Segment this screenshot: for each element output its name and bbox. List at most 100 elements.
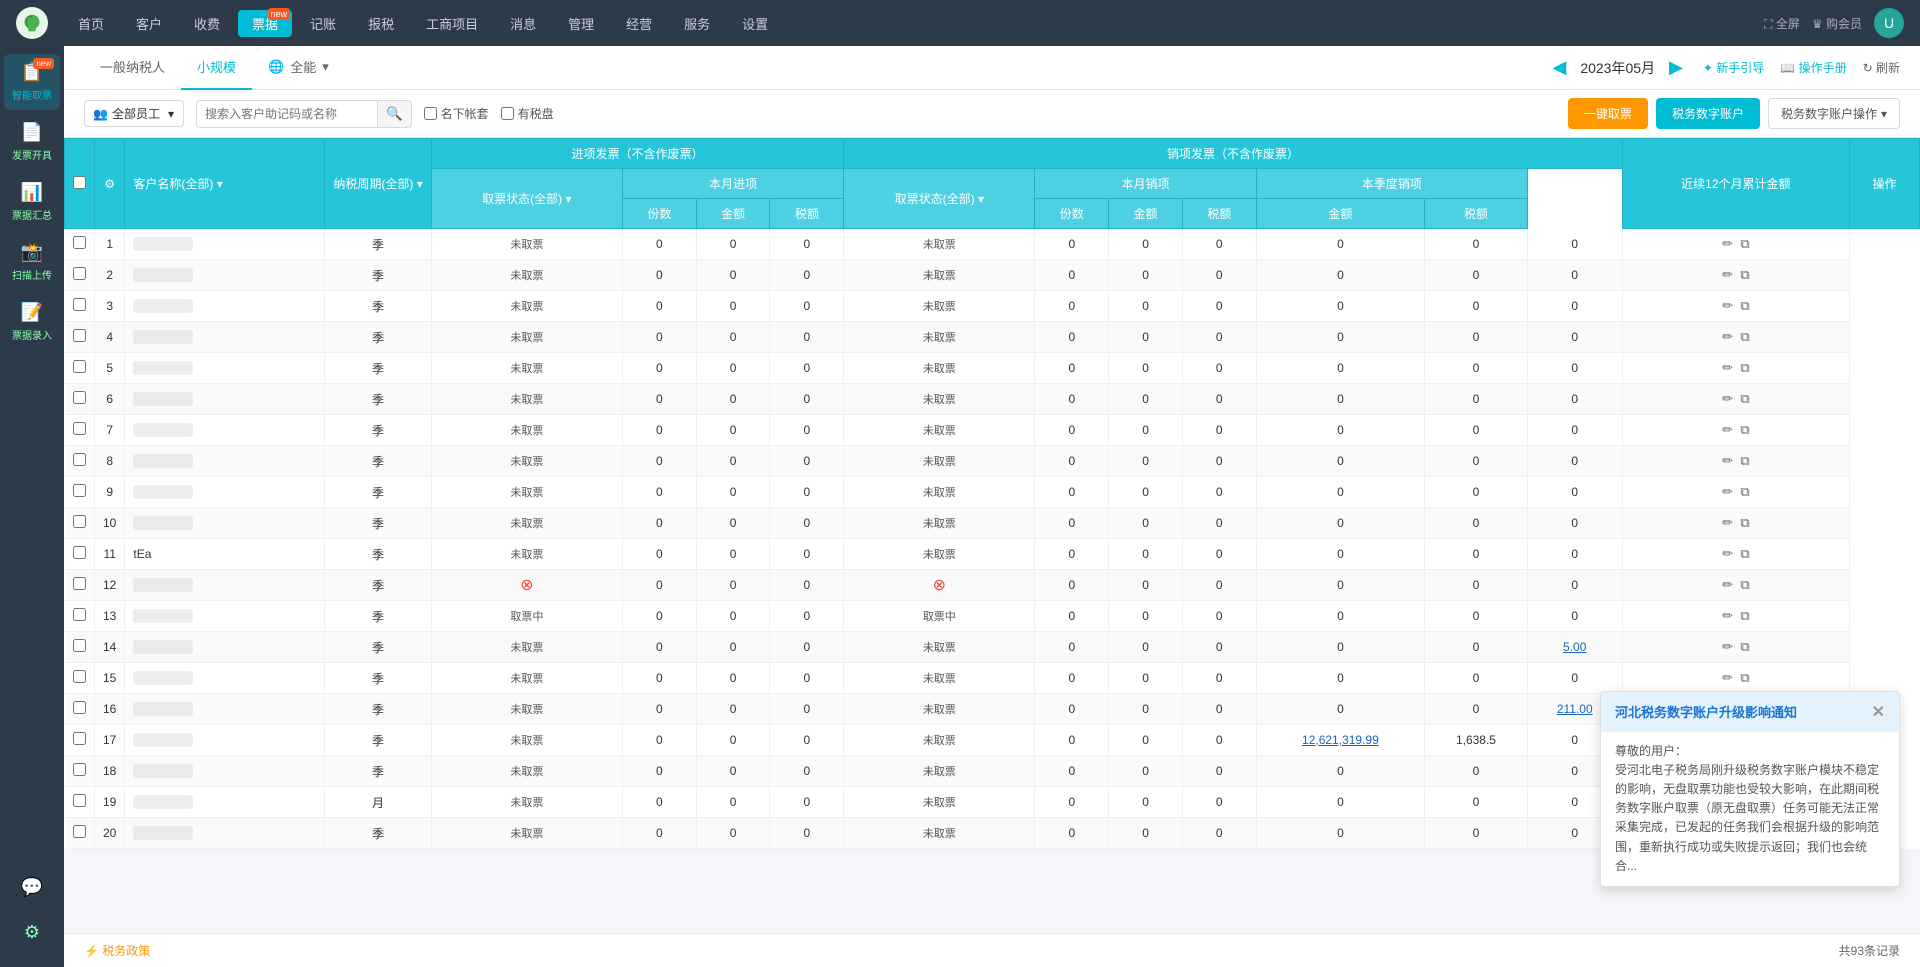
search-input[interactable]	[197, 103, 377, 125]
edit-button[interactable]: ✏	[1720, 637, 1735, 657]
filter-has-tax-disk[interactable]: 有税盘	[501, 105, 554, 122]
my-accounts-checkbox[interactable]	[424, 107, 437, 120]
row-checkbox-cell[interactable]	[65, 787, 95, 818]
row-checkbox[interactable]	[73, 732, 86, 745]
row-checkbox-cell[interactable]	[65, 601, 95, 632]
row-checkbox-cell[interactable]	[65, 632, 95, 663]
nav-service[interactable]: 服务	[670, 10, 724, 37]
th-customer-name[interactable]: 客户名称(全部) ▾	[125, 139, 325, 229]
copy-button[interactable]: ⧉	[1738, 296, 1751, 316]
nav-manage[interactable]: 管理	[554, 10, 608, 37]
row-checkbox[interactable]	[73, 391, 86, 404]
period-prev-button[interactable]: ◀	[1548, 53, 1570, 82]
row-checkbox-cell[interactable]	[65, 446, 95, 477]
employee-select[interactable]: 👥 全部员工 ▾	[84, 100, 184, 127]
copy-button[interactable]: ⧉	[1738, 451, 1751, 471]
edit-button[interactable]: ✏	[1720, 389, 1735, 409]
tab-small-scale[interactable]: 小规模	[181, 46, 252, 90]
row-checkbox[interactable]	[73, 515, 86, 528]
copy-button[interactable]: ⧉	[1738, 637, 1751, 657]
row-checkbox[interactable]	[73, 484, 86, 497]
nav-message[interactable]: 消息	[496, 10, 550, 37]
tax-policy-link[interactable]: ⚡ 税务政策	[84, 942, 150, 959]
digital-account-op-button[interactable]: 税务数字账户操作 ▾	[1768, 98, 1900, 129]
row-checkbox[interactable]	[73, 670, 86, 683]
row-checkbox-cell[interactable]	[65, 694, 95, 725]
edit-button[interactable]: ✏	[1720, 296, 1735, 316]
one-click-fetch-button[interactable]: 一键取票	[1568, 98, 1648, 129]
row-checkbox[interactable]	[73, 546, 86, 559]
row-checkbox-cell[interactable]	[65, 818, 95, 849]
copy-button[interactable]: ⧉	[1738, 327, 1751, 347]
refresh-link[interactable]: ↻ 刷新	[1863, 59, 1900, 76]
tab-all[interactable]: 🌐 全能 ▾	[252, 46, 345, 90]
select-all-checkbox[interactable]	[73, 176, 86, 189]
copy-button[interactable]: ⧉	[1738, 513, 1751, 533]
user-avatar[interactable]: U	[1874, 8, 1904, 38]
member-btn[interactable]: ♛ 购会员	[1812, 15, 1862, 32]
nav-accounting[interactable]: 记账	[296, 10, 350, 37]
th-out-status[interactable]: 取票状态(全部) ▾	[844, 169, 1035, 229]
nav-billing[interactable]: 收费	[180, 10, 234, 37]
row-checkbox[interactable]	[73, 639, 86, 652]
sidebar-item-entry[interactable]: 📝 票据录入	[4, 294, 60, 350]
row-checkbox[interactable]	[73, 453, 86, 466]
row-checkbox[interactable]	[73, 763, 86, 776]
tab-general-taxpayer[interactable]: 一般纳税人	[84, 46, 181, 90]
new-guide-link[interactable]: ✦ 新手引导	[1703, 59, 1764, 76]
row-checkbox-cell[interactable]	[65, 353, 95, 384]
row-checkbox-cell[interactable]	[65, 570, 95, 601]
row-checkbox[interactable]	[73, 422, 86, 435]
row-checkbox[interactable]	[73, 360, 86, 373]
row-checkbox[interactable]	[73, 298, 86, 311]
row-checkbox[interactable]	[73, 701, 86, 714]
edit-button[interactable]: ✏	[1720, 606, 1735, 626]
row-checkbox-cell[interactable]	[65, 725, 95, 756]
row-checkbox-cell[interactable]	[65, 415, 95, 446]
copy-button[interactable]: ⧉	[1738, 482, 1751, 502]
tax-disk-checkbox[interactable]	[501, 107, 514, 120]
copy-button[interactable]: ⧉	[1738, 265, 1751, 285]
notification-close-button[interactable]: ✕	[1872, 702, 1885, 722]
row-checkbox[interactable]	[73, 267, 86, 280]
row-checkbox-cell[interactable]	[65, 477, 95, 508]
row-checkbox-cell[interactable]	[65, 260, 95, 291]
edit-button[interactable]: ✏	[1720, 234, 1735, 254]
row-checkbox-cell[interactable]	[65, 539, 95, 570]
row-checkbox-cell[interactable]	[65, 756, 95, 787]
row-checkbox[interactable]	[73, 577, 86, 590]
sidebar-item-config[interactable]: ⚙	[4, 914, 60, 951]
search-button[interactable]: 🔍	[377, 101, 411, 127]
row-checkbox-cell[interactable]	[65, 384, 95, 415]
row-checkbox[interactable]	[73, 794, 86, 807]
sidebar-item-scan[interactable]: 📸 扫描上传	[4, 234, 60, 290]
copy-button[interactable]: ⧉	[1738, 234, 1751, 254]
row-checkbox[interactable]	[73, 608, 86, 621]
digital-account-button[interactable]: 税务数字账户	[1656, 98, 1760, 129]
row-checkbox-cell[interactable]	[65, 322, 95, 353]
row-checkbox[interactable]	[73, 236, 86, 249]
row-checkbox-cell[interactable]	[65, 229, 95, 260]
edit-button[interactable]: ✏	[1720, 265, 1735, 285]
sidebar-item-summary[interactable]: 📊 票据汇总	[4, 174, 60, 230]
sidebar-item-chat[interactable]: 💬	[4, 869, 60, 906]
th-period[interactable]: 纳税周期(全部) ▾	[325, 139, 431, 229]
filter-my-accounts[interactable]: 名下帐套	[424, 105, 489, 122]
copy-button[interactable]: ⧉	[1738, 389, 1751, 409]
row-checkbox[interactable]	[73, 825, 86, 838]
row-checkbox-cell[interactable]	[65, 663, 95, 694]
edit-button[interactable]: ✏	[1720, 575, 1735, 595]
edit-button[interactable]: ✏	[1720, 451, 1735, 471]
edit-button[interactable]: ✏	[1720, 358, 1735, 378]
row-checkbox[interactable]	[73, 329, 86, 342]
manual-link[interactable]: 📖 操作手册	[1780, 59, 1846, 76]
edit-button[interactable]: ✏	[1720, 513, 1735, 533]
nav-settings[interactable]: 设置	[728, 10, 782, 37]
sidebar-item-open-invoice[interactable]: 📄 发票开具	[4, 114, 60, 170]
row-checkbox-cell[interactable]	[65, 291, 95, 322]
copy-button[interactable]: ⧉	[1738, 420, 1751, 440]
row-checkbox-cell[interactable]	[65, 508, 95, 539]
nav-customer[interactable]: 客户	[122, 10, 176, 37]
fullscreen-btn[interactable]: ⛶ 全屏	[1764, 15, 1800, 32]
copy-button[interactable]: ⧉	[1738, 668, 1751, 688]
